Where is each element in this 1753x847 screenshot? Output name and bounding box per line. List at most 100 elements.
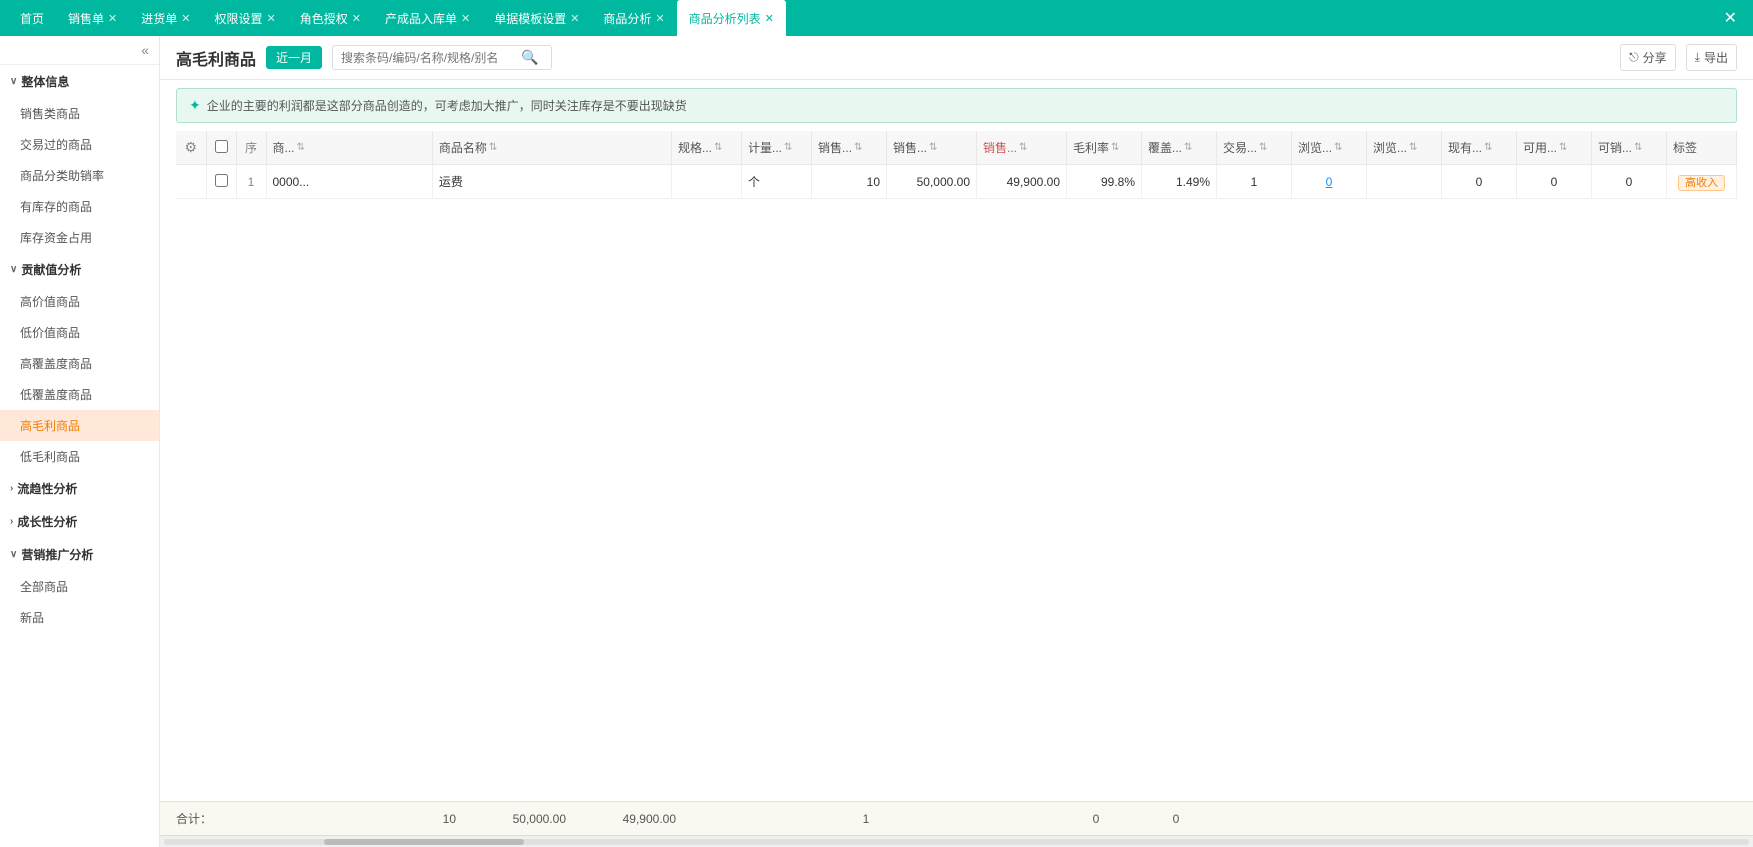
nav-purchase[interactable]: 进货单 ✕ <box>129 0 202 36</box>
sidebar-item-stock-fund[interactable]: 库存资金占用 <box>0 222 159 253</box>
col-tag: 标签 <box>1667 131 1737 165</box>
nav-roles-close[interactable]: ✕ <box>352 12 361 25</box>
col-profit-sort: ⇅ <box>1019 142 1027 153</box>
sidebar-collapse-btn[interactable]: « <box>141 42 149 58</box>
sidebar-item-all-goods[interactable]: 全部商品 <box>0 571 159 602</box>
footer-totals: 合计： 10 50,000.00 49,900.00 1 0 0 <box>160 801 1753 835</box>
cell-sale-amount: 50,000.00 <box>887 165 977 199</box>
col-current-sort: ⇅ <box>1484 142 1492 153</box>
col-margin-sort: ⇅ <box>1111 142 1119 153</box>
col-sale-amount[interactable]: 销售... ⇅ <box>887 131 977 165</box>
sidebar-group-marketing-items: 全部商品 新品 <box>0 571 159 633</box>
nav-close-all[interactable]: ✕ <box>1716 8 1745 28</box>
sidebar-item-new-goods[interactable]: 新品 <box>0 602 159 633</box>
col-gross-margin[interactable]: 毛利率 ⇅ <box>1067 131 1142 165</box>
col-checkbox <box>206 131 236 165</box>
main-area: « ∨ 整体信息 销售类商品 交易过的商品 商品分类助销率 有库存的商品 库存资… <box>0 36 1753 847</box>
cell-index: 1 <box>236 165 266 199</box>
cell-sale-qty: 10 <box>812 165 887 199</box>
sidebar-group-flow[interactable]: › 流趋性分析 <box>0 472 159 505</box>
horizontal-scrollbar[interactable] <box>160 835 1753 847</box>
col-unit[interactable]: 计量... ⇅ <box>742 131 812 165</box>
cell-current: 0 <box>1442 165 1517 199</box>
share-button[interactable]: ⎋ 分享 <box>1620 44 1676 71</box>
nav-product-analysis-list[interactable]: 商品分析列表 ✕ <box>677 0 786 36</box>
page-title: 高毛利商品 <box>176 46 256 70</box>
nav-home[interactable]: 首页 <box>8 0 56 36</box>
col-trade-count[interactable]: 交易... ⇅ <box>1217 131 1292 165</box>
nav-roles[interactable]: 角色授权 ✕ <box>288 0 373 36</box>
col-name-sort: ⇅ <box>489 142 497 153</box>
group-flow-arrow: › <box>10 483 13 494</box>
sidebar-group-marketing[interactable]: ∨ 营销推广分析 <box>0 538 159 571</box>
sidebar-group-growth[interactable]: › 成长性分析 <box>0 505 159 538</box>
sidebar-item-high-coverage[interactable]: 高覆盖度商品 <box>0 348 159 379</box>
content-panel: 高毛利商品 近一月 🔍 ⎋ 分享 ⤓ 导出 ✦ 企业的主要的利润都是这部分商品创… <box>160 36 1753 847</box>
nav-sales-close[interactable]: ✕ <box>108 12 117 25</box>
nav-product-analysis[interactable]: 商品分析 ✕ <box>591 0 676 36</box>
col-views2[interactable]: 浏览... ⇅ <box>1367 131 1442 165</box>
col-current[interactable]: 现有... ⇅ <box>1442 131 1517 165</box>
scroll-thumb[interactable] <box>324 839 524 845</box>
nav-template-close[interactable]: ✕ <box>570 12 579 25</box>
sidebar-item-low-coverage[interactable]: 低覆盖度商品 <box>0 379 159 410</box>
col-code-sort: ⇅ <box>297 142 305 153</box>
row-checkbox[interactable] <box>215 174 228 187</box>
search-box: 🔍 <box>332 45 552 70</box>
sidebar-item-sales-goods[interactable]: 销售类商品 <box>0 98 159 129</box>
sidebar-item-traded-goods[interactable]: 交易过的商品 <box>0 129 159 160</box>
nav-product-analysis-close[interactable]: ✕ <box>655 12 664 25</box>
col-sale-profit[interactable]: 销售... ⇅ <box>977 131 1067 165</box>
nav-permissions[interactable]: 权限设置 ✕ <box>202 0 287 36</box>
export-button[interactable]: ⤓ 导出 <box>1686 44 1737 71</box>
nav-template[interactable]: 单据模板设置 ✕ <box>482 0 591 36</box>
group-growth-arrow: › <box>10 516 13 527</box>
views1-link[interactable]: 0 <box>1326 175 1333 189</box>
group-overall-arrow: ∨ <box>10 76 17 87</box>
sidebar-item-high-margin[interactable]: 高毛利商品 <box>0 410 159 441</box>
cell-checkbox <box>206 165 236 199</box>
footer-sale-qty: 10 <box>376 812 456 826</box>
info-banner-text: 企业的主要的利润都是这部分商品创造的，可考虑加大推广，同时关注库存是不要出现缺货 <box>207 97 687 114</box>
col-code[interactable]: 商... ⇅ <box>266 131 432 165</box>
col-sale-qty[interactable]: 销售... ⇅ <box>812 131 887 165</box>
info-banner: ✦ 企业的主要的利润都是这部分商品创造的，可考虑加大推广，同时关注库存是不要出现… <box>176 88 1737 123</box>
col-unit-sort: ⇅ <box>784 142 792 153</box>
col-available[interactable]: 可用... ⇅ <box>1517 131 1592 165</box>
nav-permissions-close[interactable]: ✕ <box>267 12 276 25</box>
select-all-checkbox[interactable] <box>215 140 228 153</box>
col-spec[interactable]: 规格... ⇅ <box>672 131 742 165</box>
footer-sale-amount: 50,000.00 <box>466 812 566 826</box>
sidebar-item-high-value[interactable]: 高价值商品 <box>0 286 159 317</box>
cell-unit: 个 <box>742 165 812 199</box>
footer-sale-profit: 49,900.00 <box>576 812 676 826</box>
sidebar-item-low-value[interactable]: 低价值商品 <box>0 317 159 348</box>
nav-production-close[interactable]: ✕ <box>461 12 470 25</box>
cell-views1[interactable]: 0 <box>1292 165 1367 199</box>
settings-icon[interactable]: ⚙ <box>184 139 197 155</box>
col-views1[interactable]: 浏览... ⇅ <box>1292 131 1367 165</box>
sidebar-group-overall[interactable]: ∨ 整体信息 <box>0 65 159 98</box>
col-salable[interactable]: 可销... ⇅ <box>1592 131 1667 165</box>
search-icon[interactable]: 🔍 <box>521 49 538 66</box>
table-header-row: ⚙ 序 商... ⇅ <box>176 131 1737 165</box>
nav-production[interactable]: 产成品入库单 ✕ <box>373 0 482 36</box>
search-input[interactable] <box>341 51 521 65</box>
col-name[interactable]: 商品名称 ⇅ <box>432 131 671 165</box>
cell-coverage: 1.49% <box>1142 165 1217 199</box>
col-coverage-sort: ⇅ <box>1184 142 1192 153</box>
time-filter-button[interactable]: 近一月 <box>266 46 322 69</box>
scroll-track[interactable] <box>164 839 1749 845</box>
cell-tag: 高收入 <box>1667 165 1737 199</box>
nav-purchase-close[interactable]: ✕ <box>181 12 190 25</box>
top-nav: 首页 销售单 ✕ 进货单 ✕ 权限设置 ✕ 角色授权 ✕ 产成品入库单 ✕ 单据… <box>0 0 1753 36</box>
sidebar-item-category-rate[interactable]: 商品分类助销率 <box>0 160 159 191</box>
col-coverage[interactable]: 覆盖... ⇅ <box>1142 131 1217 165</box>
sidebar-item-low-margin[interactable]: 低毛利商品 <box>0 441 159 472</box>
footer-trade-count: 1 <box>826 812 906 826</box>
nav-product-list-close[interactable]: ✕ <box>765 12 774 25</box>
col-settings[interactable]: ⚙ <box>176 131 206 165</box>
sidebar-item-in-stock[interactable]: 有库存的商品 <box>0 191 159 222</box>
sidebar-group-contribution[interactable]: ∨ 贡献值分析 <box>0 253 159 286</box>
nav-sales[interactable]: 销售单 ✕ <box>56 0 129 36</box>
